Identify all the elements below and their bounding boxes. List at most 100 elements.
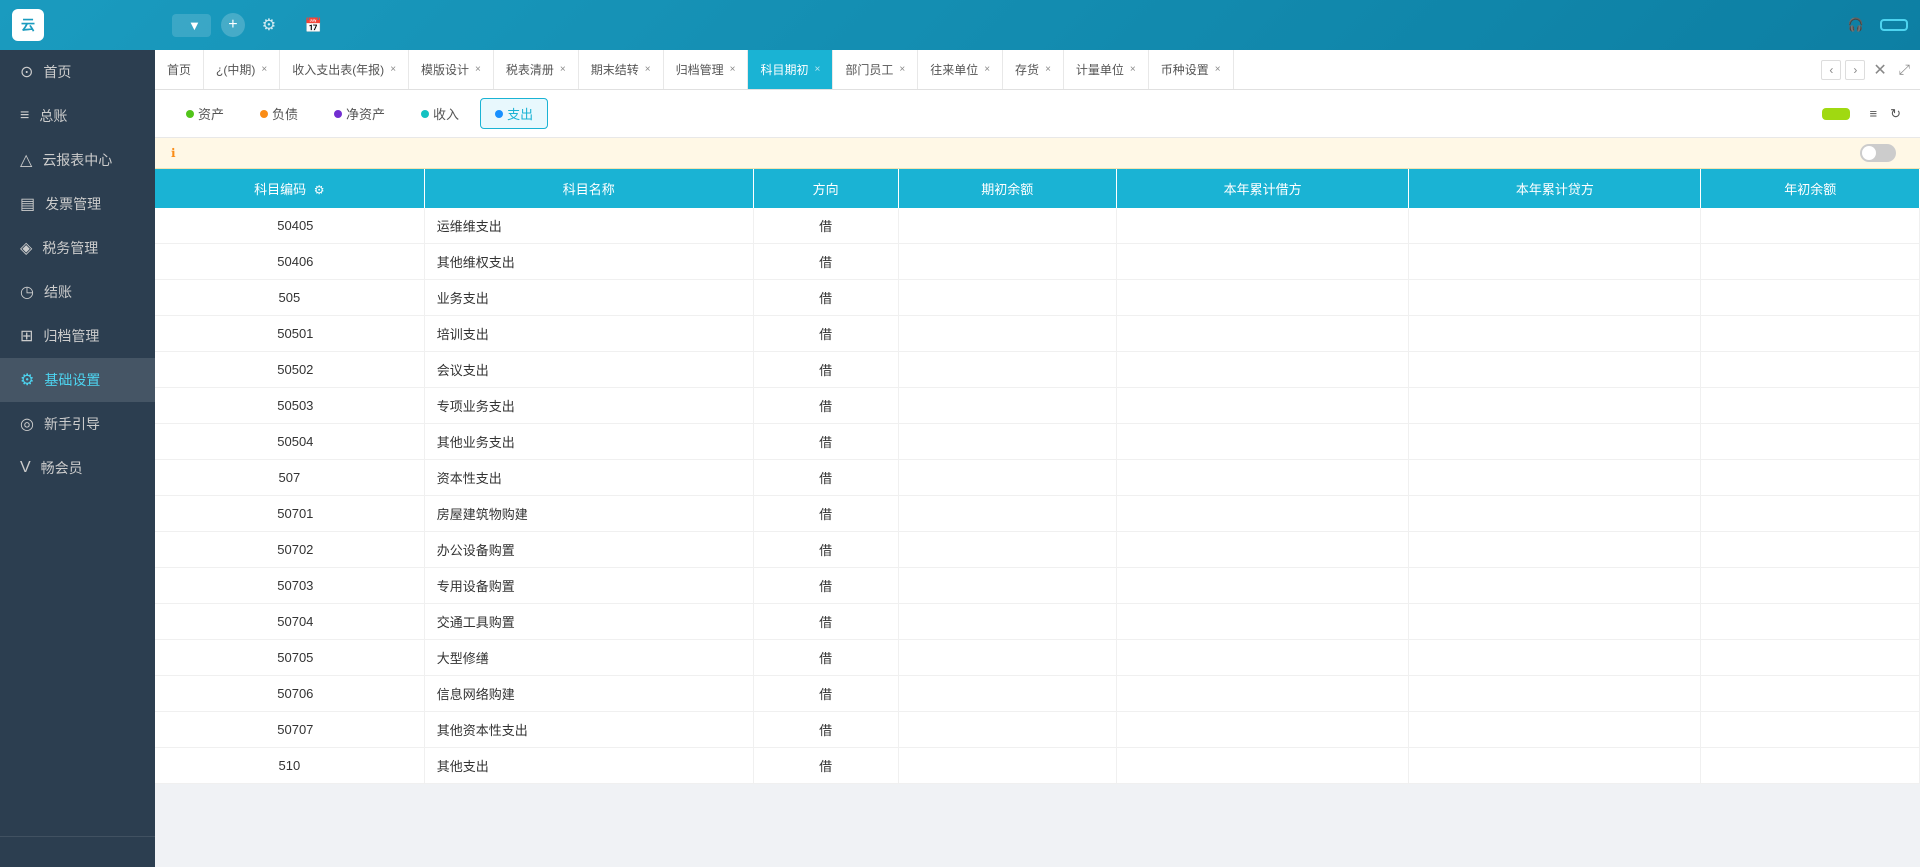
tab-currency[interactable]: 币种设置× xyxy=(1149,50,1234,90)
sidebar-label-close: 结账 xyxy=(44,282,72,302)
consult-button[interactable]: 🎧 xyxy=(1848,17,1868,33)
table-row[interactable]: 50503 专项业务支出 借 xyxy=(155,388,1920,424)
close-all-tabs-button[interactable]: ✕ xyxy=(1869,60,1890,80)
sidebar-item-guide[interactable]: ◎新手引导 xyxy=(0,402,155,446)
table-row[interactable]: 50703 专用设备购置 借 xyxy=(155,568,1920,604)
sub-tab-net_asset[interactable]: 净资产 xyxy=(319,98,400,129)
cell-debit-14 xyxy=(1117,712,1409,748)
tab-unit[interactable]: 计量单位× xyxy=(1064,50,1149,90)
cell-code-12: 50705 xyxy=(155,640,424,676)
org-selector[interactable]: ▼ xyxy=(172,14,211,37)
sidebar-item-tax[interactable]: ◈税务管理 xyxy=(0,226,155,270)
tab-contacts[interactable]: 往来单位 × xyxy=(918,50,1003,90)
tab-close-income[interactable]: × xyxy=(390,64,396,75)
tab-department[interactable]: 部门员工× xyxy=(833,50,918,90)
tab-label-contacts: 往来单位 xyxy=(930,61,978,78)
sub-tab-expenditure[interactable]: 支出 xyxy=(480,98,548,129)
refresh-button[interactable]: ↻ xyxy=(1890,106,1904,122)
content-area: 首页¿(中期)×收入支出表(年报)×模版设计×税表清册×期末结转×归档管理×科目… xyxy=(155,50,1920,867)
tab-close-period_end[interactable]: × xyxy=(645,64,651,75)
cell-code-7: 507 xyxy=(155,460,424,496)
settings-icon[interactable]: ⚙ xyxy=(255,11,283,39)
cell-balance-8 xyxy=(898,496,1116,532)
table-row[interactable]: 50702 办公设备购置 借 xyxy=(155,532,1920,568)
table-row[interactable]: 50504 其他业务支出 借 xyxy=(155,424,1920,460)
tab-archive[interactable]: 归档管理× xyxy=(664,50,749,90)
table-row[interactable]: 505 业务支出 借 xyxy=(155,280,1920,316)
cell-name-8: 房屋建筑物购建 xyxy=(424,496,753,532)
tab-close-inventory[interactable]: × xyxy=(1045,64,1051,75)
tab-close-subject_period[interactable]: × xyxy=(814,64,820,75)
tab-interim[interactable]: ¿(中期)× xyxy=(204,50,280,90)
sidebar-item-invoice[interactable]: ▤发票管理 xyxy=(0,182,155,226)
table-area: 科目编码 ⚙科目名称方向期初余额本年累计借方本年累计贷方年初余额 50405 运… xyxy=(155,169,1920,867)
cell-code-14: 50707 xyxy=(155,712,424,748)
top-header: 云 ▼ + ⚙ 📅 🎧 xyxy=(0,0,1920,50)
tab-close-template[interactable]: × xyxy=(475,64,481,75)
tab-close-archive[interactable]: × xyxy=(730,64,736,75)
tab-close-unit[interactable]: × xyxy=(1130,64,1136,75)
tab-close-interim[interactable]: × xyxy=(261,64,267,75)
tab-prev-button[interactable]: ‹ xyxy=(1821,60,1841,80)
sidebar-item-archive[interactable]: ⊞归档管理 xyxy=(0,314,155,358)
calc-balance-button[interactable] xyxy=(1822,108,1850,120)
table-row[interactable]: 507 资本性支出 借 xyxy=(155,460,1920,496)
table-row[interactable]: 50706 信息网络购建 借 xyxy=(155,676,1920,712)
tab-income[interactable]: 收入支出表(年报)× xyxy=(280,50,409,90)
cell-year-balance-8 xyxy=(1701,496,1920,532)
sidebar-item-settings[interactable]: ⚙基础设置 xyxy=(0,358,155,402)
table-row[interactable]: 50704 交通工具购置 借 xyxy=(155,604,1920,640)
cell-debit-0 xyxy=(1117,208,1409,244)
cell-name-9: 办公设备购置 xyxy=(424,532,753,568)
table-row[interactable]: 50502 会议支出 借 xyxy=(155,352,1920,388)
tab-period_end[interactable]: 期末结转× xyxy=(579,50,664,90)
sidebar-bottom xyxy=(0,826,155,867)
tab-template[interactable]: 模版设计× xyxy=(409,50,494,90)
sidebar-item-ledger[interactable]: ≡总账 xyxy=(0,94,155,138)
table-row[interactable]: 50406 其他维权支出 借 xyxy=(155,244,1920,280)
sub-tab-liability[interactable]: 负债 xyxy=(245,98,313,129)
table-row[interactable]: 50501 培训支出 借 xyxy=(155,316,1920,352)
cell-debit-3 xyxy=(1117,316,1409,352)
cell-balance-9 xyxy=(898,532,1116,568)
refresh-icon: ↻ xyxy=(1890,106,1901,122)
cell-balance-7 xyxy=(898,460,1116,496)
disabled-subject-toggle[interactable] xyxy=(1860,144,1896,162)
pin-sidebar-button[interactable] xyxy=(0,836,155,857)
table-row[interactable]: 510 其他支出 借 xyxy=(155,748,1920,784)
tab-tax[interactable]: 税表清册× xyxy=(494,50,579,90)
sub-tab-label-income: 收入 xyxy=(433,104,459,123)
tab-inventory[interactable]: 存货× xyxy=(1003,50,1064,90)
tab-subject_period[interactable]: 科目期初× xyxy=(748,50,833,90)
table-row[interactable]: 50707 其他资本性支出 借 xyxy=(155,712,1920,748)
more-actions-button[interactable]: ≡ xyxy=(1870,106,1881,121)
cell-credit-7 xyxy=(1409,460,1701,496)
add-org-button[interactable]: + xyxy=(221,13,245,37)
cell-debit-12 xyxy=(1117,640,1409,676)
column-settings-icon[interactable]: ⚙ xyxy=(314,183,325,197)
sidebar-item-close[interactable]: ◷结账 xyxy=(0,270,155,314)
cell-name-12: 大型修缮 xyxy=(424,640,753,676)
sidebar-item-member[interactable]: V畅会员 xyxy=(0,446,155,490)
cell-credit-6 xyxy=(1409,424,1701,460)
sub-tab-income[interactable]: 收入 xyxy=(406,98,474,129)
table-row[interactable]: 50701 房屋建筑物购建 借 xyxy=(155,496,1920,532)
chevron-down-icon: ▼ xyxy=(188,18,201,33)
cell-year-balance-3 xyxy=(1701,316,1920,352)
table-row[interactable]: 50705 大型修缮 借 xyxy=(155,640,1920,676)
tab-next-button[interactable]: › xyxy=(1845,60,1865,80)
cell-balance-0 xyxy=(898,208,1116,244)
calendar-icon[interactable]: 📅 xyxy=(305,17,322,34)
cell-year-balance-6 xyxy=(1701,424,1920,460)
sidebar-item-home[interactable]: ⊙首页 xyxy=(0,50,155,94)
tab-home[interactable]: 首页 xyxy=(155,50,204,90)
sidebar-item-report[interactable]: △云报表中心 xyxy=(0,138,155,182)
expand-tab-button[interactable]: ⤢ xyxy=(1895,61,1914,78)
sub-tab-asset[interactable]: 资产 xyxy=(171,98,239,129)
tab-close-tax[interactable]: × xyxy=(560,64,566,75)
account-button[interactable] xyxy=(1880,19,1908,31)
tab-close-department[interactable]: × xyxy=(899,64,905,75)
tab-close-contacts[interactable]: × xyxy=(984,64,990,75)
table-row[interactable]: 50405 运维维支出 借 xyxy=(155,208,1920,244)
tab-close-currency[interactable]: × xyxy=(1215,64,1221,75)
